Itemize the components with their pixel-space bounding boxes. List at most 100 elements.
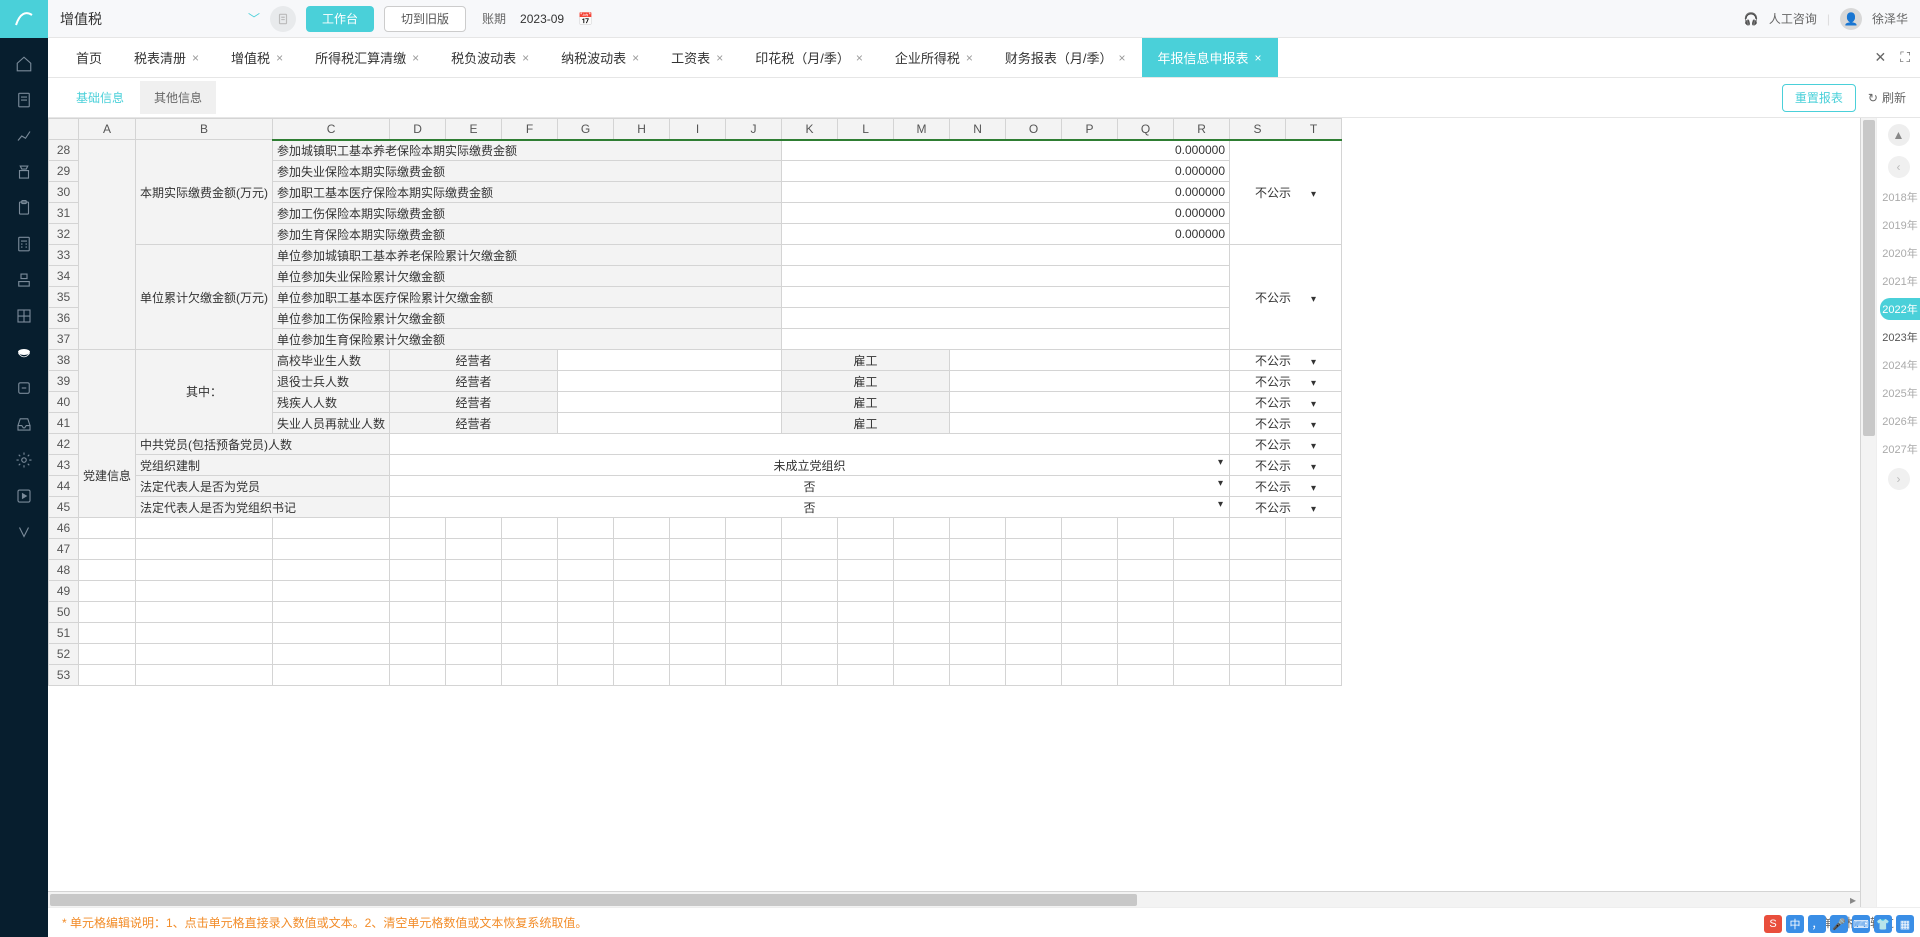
year-2027年[interactable]: 2027年 xyxy=(1880,438,1920,460)
col-header-N[interactable]: N xyxy=(950,119,1006,140)
row-header[interactable]: 38 xyxy=(49,350,79,371)
year-2019年[interactable]: 2019年 xyxy=(1880,214,1920,236)
row-header[interactable]: 32 xyxy=(49,224,79,245)
col-header-D[interactable]: D xyxy=(390,119,446,140)
col-header-G[interactable]: G xyxy=(558,119,614,140)
subtab-basic[interactable]: 基础信息 xyxy=(62,81,138,114)
row-header[interactable]: 47 xyxy=(49,539,79,560)
ime-skin-icon[interactable]: 👕 xyxy=(1874,915,1892,933)
row-header[interactable]: 43 xyxy=(49,455,79,476)
close-all-icon[interactable]: ✕ xyxy=(1874,49,1886,66)
subtab-other[interactable]: 其他信息 xyxy=(140,81,216,114)
tab-8[interactable]: 企业所得税× xyxy=(879,38,989,77)
row-header[interactable]: 52 xyxy=(49,644,79,665)
col-header-P[interactable]: P xyxy=(1062,119,1118,140)
row-header[interactable]: 37 xyxy=(49,329,79,350)
nav-clipboard-icon[interactable] xyxy=(0,190,48,226)
workspace-button[interactable]: 工作台 xyxy=(306,6,374,32)
row-header[interactable]: 40 xyxy=(49,392,79,413)
year-2020年[interactable]: 2020年 xyxy=(1880,242,1920,264)
year-2022年[interactable]: 2022年 xyxy=(1880,298,1920,320)
app-logo[interactable] xyxy=(0,0,48,38)
ime-keyboard-icon[interactable]: ⌨ xyxy=(1852,915,1870,933)
tab-5[interactable]: 纳税波动表× xyxy=(545,38,655,77)
spreadsheet[interactable]: ABCDEFGHIJKLMNOPQRST28本期实际缴费金额(万元)参加城镇职工… xyxy=(48,118,1342,686)
ime-lang-icon[interactable]: 中 xyxy=(1786,915,1804,933)
nav-gear-icon[interactable] xyxy=(0,442,48,478)
ime-sogou-icon[interactable]: S xyxy=(1764,915,1782,933)
col-header-T[interactable]: T xyxy=(1286,119,1342,140)
col-header-Q[interactable]: Q xyxy=(1118,119,1174,140)
row-header[interactable]: 50 xyxy=(49,602,79,623)
tab-0[interactable]: 首页 xyxy=(60,38,118,77)
col-header-S[interactable]: S xyxy=(1230,119,1286,140)
col-header-M[interactable]: M xyxy=(894,119,950,140)
ime-mic-icon[interactable]: 🎤 xyxy=(1830,915,1848,933)
close-icon[interactable]: × xyxy=(192,51,199,65)
close-icon[interactable]: × xyxy=(522,51,529,65)
col-header-O[interactable]: O xyxy=(1006,119,1062,140)
col-header-C[interactable]: C xyxy=(273,119,390,140)
col-header-J[interactable]: J xyxy=(726,119,782,140)
nav-chart-icon[interactable] xyxy=(0,118,48,154)
col-header-R[interactable]: R xyxy=(1174,119,1230,140)
tab-10[interactable]: 年报信息申报表× xyxy=(1142,38,1278,77)
horizontal-scrollbar[interactable]: ◂▸ xyxy=(48,891,1860,907)
close-icon[interactable]: × xyxy=(412,51,419,65)
row-header[interactable]: 45 xyxy=(49,497,79,518)
tab-6[interactable]: 工资表× xyxy=(655,38,739,77)
year-2021年[interactable]: 2021年 xyxy=(1880,270,1920,292)
rail-next-icon[interactable]: › xyxy=(1888,468,1910,490)
col-header-H[interactable]: H xyxy=(614,119,670,140)
nav-stamp-icon[interactable] xyxy=(0,262,48,298)
tab-2[interactable]: 增值税× xyxy=(215,38,299,77)
year-2018年[interactable]: 2018年 xyxy=(1880,186,1920,208)
col-header-L[interactable]: L xyxy=(838,119,894,140)
close-icon[interactable]: × xyxy=(1119,51,1126,65)
rail-up-icon[interactable]: ▲ xyxy=(1888,124,1910,146)
row-header[interactable]: 28 xyxy=(49,140,79,161)
row-header[interactable]: 34 xyxy=(49,266,79,287)
reset-report-button[interactable]: 重置报表 xyxy=(1782,84,1856,112)
expand-icon[interactable]: ⛶ xyxy=(1900,49,1910,66)
row-header[interactable]: 44 xyxy=(49,476,79,497)
col-header-E[interactable]: E xyxy=(446,119,502,140)
nav-v-icon[interactable] xyxy=(0,514,48,550)
year-2025年[interactable]: 2025年 xyxy=(1880,382,1920,404)
close-icon[interactable]: × xyxy=(966,51,973,65)
row-header[interactable]: 30 xyxy=(49,182,79,203)
calendar-icon[interactable]: 📅 xyxy=(578,12,593,26)
row-header[interactable]: 53 xyxy=(49,665,79,686)
row-header[interactable]: 39 xyxy=(49,371,79,392)
nav-home-icon[interactable] xyxy=(0,46,48,82)
headset-icon[interactable]: 🎧 xyxy=(1744,12,1759,26)
row-header[interactable]: 41 xyxy=(49,413,79,434)
nav-doc-icon[interactable] xyxy=(0,82,48,118)
tab-4[interactable]: 税负波动表× xyxy=(435,38,545,77)
nav-money-icon[interactable] xyxy=(0,154,48,190)
ime-punct-icon[interactable]: ， xyxy=(1808,915,1826,933)
nav-box-icon[interactable] xyxy=(0,370,48,406)
vertical-scrollbar[interactable] xyxy=(1860,118,1876,907)
avatar[interactable]: 👤 xyxy=(1840,8,1862,30)
row-header[interactable]: 46 xyxy=(49,518,79,539)
switch-old-button[interactable]: 切到旧版 xyxy=(384,6,466,32)
nav-calc-icon[interactable] xyxy=(0,226,48,262)
row-header[interactable]: 31 xyxy=(49,203,79,224)
year-2024年[interactable]: 2024年 xyxy=(1880,354,1920,376)
col-header-F[interactable]: F xyxy=(502,119,558,140)
col-header-B[interactable]: B xyxy=(136,119,273,140)
nav-bowl-icon[interactable] xyxy=(0,334,48,370)
support-link[interactable]: 人工咨询 xyxy=(1769,10,1817,27)
doc-icon[interactable] xyxy=(270,6,296,32)
tab-3[interactable]: 所得税汇算清缴× xyxy=(299,38,435,77)
select-all-corner[interactable] xyxy=(49,119,79,140)
year-2026年[interactable]: 2026年 xyxy=(1880,410,1920,432)
row-header[interactable]: 33 xyxy=(49,245,79,266)
nav-play-icon[interactable] xyxy=(0,478,48,514)
row-header[interactable]: 51 xyxy=(49,623,79,644)
nav-grid-icon[interactable] xyxy=(0,298,48,334)
rail-prev-icon[interactable]: ‹ xyxy=(1888,156,1910,178)
col-header-K[interactable]: K xyxy=(782,119,838,140)
row-header[interactable]: 29 xyxy=(49,161,79,182)
